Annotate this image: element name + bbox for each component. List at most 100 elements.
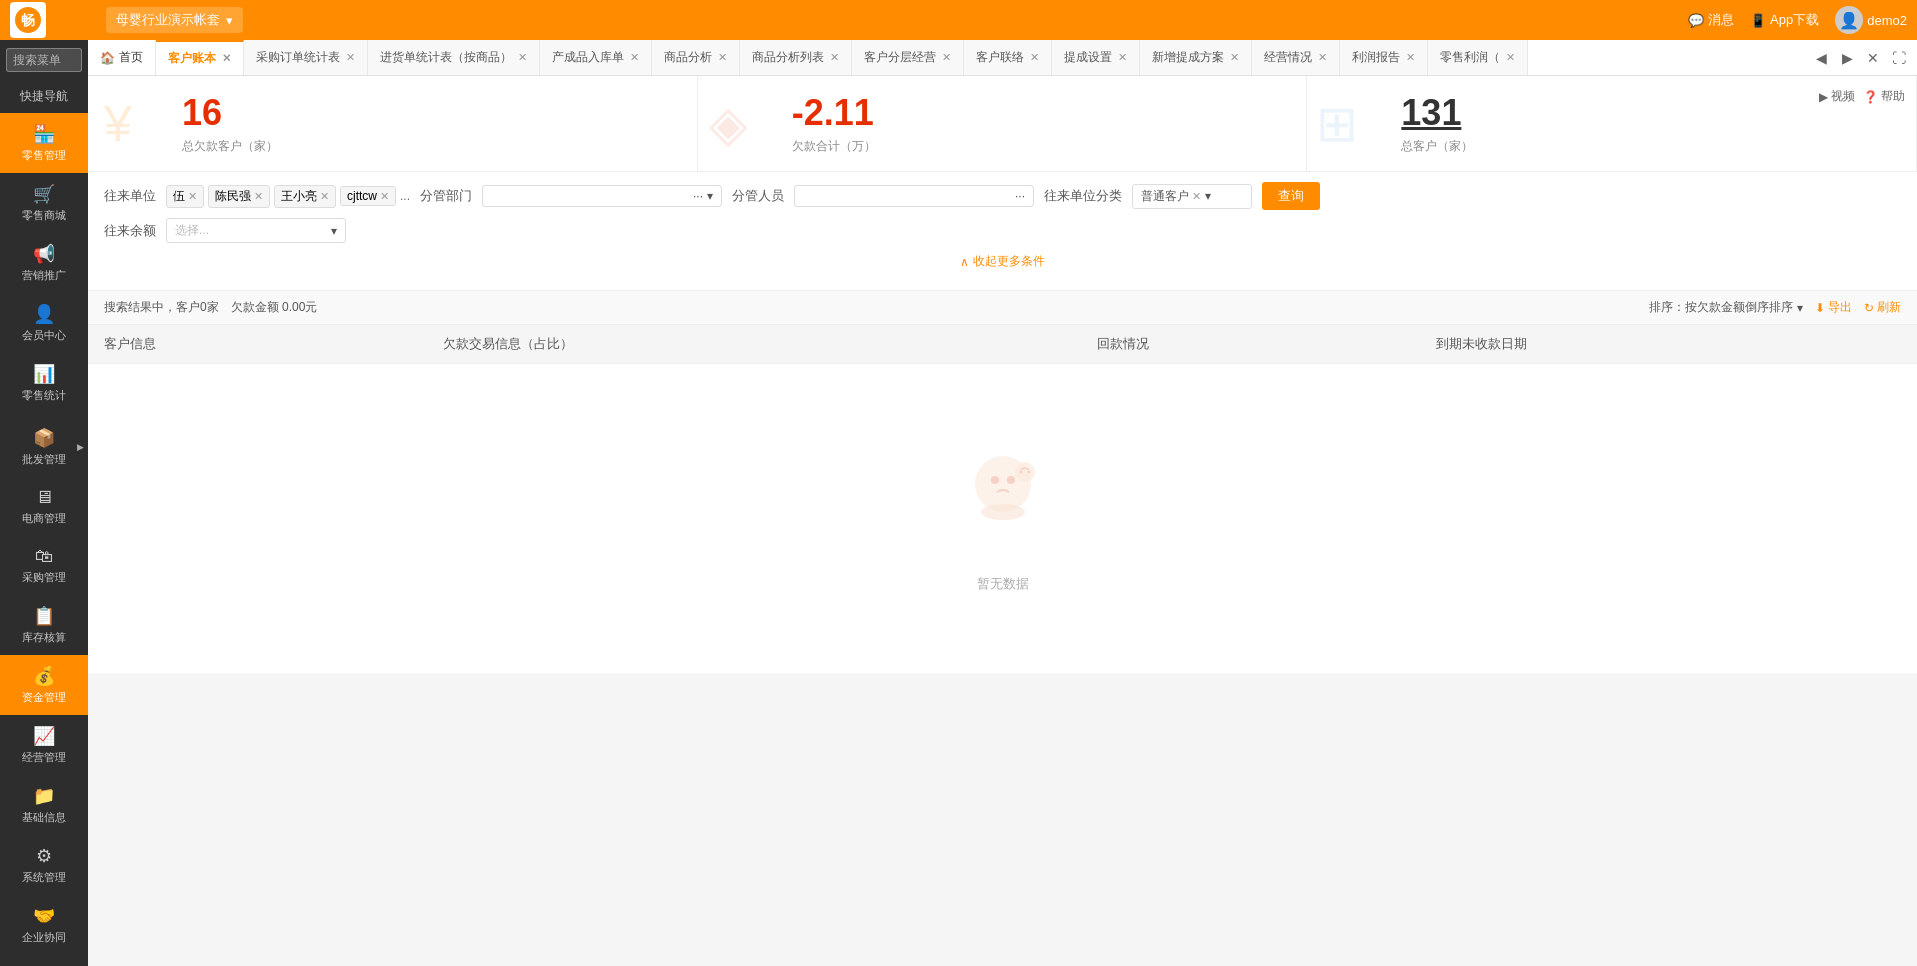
- sidebar-label: 零售商城: [22, 208, 66, 223]
- sidebar-item-operations[interactable]: 📈 经营管理: [0, 715, 88, 775]
- tab-inbound-stats[interactable]: 进货单统计表（按商品） ✕: [368, 40, 540, 76]
- sidebar-item-marketing[interactable]: 📢 营销推广: [0, 233, 88, 293]
- sidebar-label: 采购管理: [22, 570, 66, 585]
- collapse-button[interactable]: ∧ 收起更多条件: [952, 251, 1053, 272]
- chevron-down-class-icon: ▾: [1205, 189, 1211, 203]
- tab-close-icon[interactable]: ✕: [942, 51, 951, 64]
- tab-close-icon[interactable]: ✕: [1506, 51, 1515, 64]
- tab-home[interactable]: 🏠 首页: [88, 40, 156, 76]
- svg-point-6: [1015, 462, 1035, 482]
- tab-retail-profit[interactable]: 零售利润（ ✕: [1428, 40, 1528, 76]
- person-select[interactable]: ···: [794, 185, 1034, 207]
- sidebar-item-finance[interactable]: 💰 资金管理: [0, 655, 88, 715]
- sidebar-item-new-guide[interactable]: 🚀 新手引导: [0, 955, 88, 966]
- sidebar-label: 经营管理: [22, 750, 66, 765]
- tab-close-icon[interactable]: ✕: [346, 51, 355, 64]
- tab-close-icon[interactable]: ✕: [1318, 51, 1327, 64]
- sidebar-label: 零售管理: [22, 148, 66, 163]
- tab-close-icon[interactable]: ✕: [1030, 51, 1039, 64]
- sidebar-item-ecommerce[interactable]: 🖥 电商管理: [0, 477, 88, 536]
- sidebar-label: 批发管理: [22, 452, 66, 467]
- svg-point-4: [991, 476, 999, 484]
- dept-select[interactable]: ··· ▾: [482, 185, 722, 207]
- message-button[interactable]: 💬 消息: [1688, 11, 1734, 29]
- tab-close-icon[interactable]: ✕: [1230, 51, 1239, 64]
- table-header-row: 客户信息 欠款交易信息（占比） 回款情况 到期未收款日期: [88, 325, 1917, 364]
- tab-close-icon[interactable]: ✕: [1118, 51, 1127, 64]
- query-button[interactable]: 查询: [1262, 182, 1320, 210]
- sidebar-item-enterprise-coop[interactable]: 🤝 企业协同: [0, 895, 88, 955]
- sidebar-item-member-center[interactable]: 👤 会员中心: [0, 293, 88, 353]
- sidebar-item-purchase[interactable]: 🛍 采购管理: [0, 536, 88, 595]
- download-icon: 📱: [1750, 13, 1766, 28]
- quick-nav-button[interactable]: 快捷导航: [0, 80, 88, 113]
- chevron-down-sort-icon: ▾: [1797, 301, 1803, 315]
- summary-card-customers: ¥ 16 总欠款客户（家）: [88, 76, 698, 171]
- tab-customer-segment[interactable]: 客户分层经营 ✕: [852, 40, 964, 76]
- tab-maximize-button[interactable]: ⛶: [1887, 46, 1911, 70]
- video-icon: ▶: [1819, 90, 1828, 104]
- search-input[interactable]: [6, 48, 82, 72]
- tab-goods-analysis-list[interactable]: 商品分析列表 ✕: [740, 40, 852, 76]
- unit-tag-wu: 伍 ✕: [166, 185, 204, 208]
- tab-new-promotion[interactable]: 新增提成方案 ✕: [1140, 40, 1252, 76]
- data-table: 客户信息 欠款交易信息（占比） 回款情况 到期未收款日期: [88, 325, 1917, 364]
- logo-icon: 畅: [10, 2, 46, 38]
- tab-close-all-button[interactable]: ✕: [1861, 46, 1885, 70]
- help-button[interactable]: ❓ 帮助: [1863, 88, 1905, 105]
- tab-close-icon[interactable]: ✕: [518, 51, 527, 64]
- tab-profit-report[interactable]: 利润报告 ✕: [1340, 40, 1428, 76]
- tab-purchase-order[interactable]: 采购订单统计表 ✕: [244, 40, 368, 76]
- total-customers-value: 16: [182, 92, 278, 134]
- tab-customer-account[interactable]: 客户账本 ✕: [156, 40, 244, 76]
- account-selector[interactable]: 母婴行业演示帐套 ▾: [106, 7, 243, 33]
- sidebar-item-retail-shop[interactable]: 🛒 零售商城: [0, 173, 88, 233]
- sidebar-item-basic-info[interactable]: 📁 基础信息: [0, 775, 88, 835]
- tab-close-icon[interactable]: ✕: [222, 52, 231, 65]
- sort-selector[interactable]: 排序：按欠款金额倒序排序 ▾: [1649, 299, 1803, 316]
- sidebar-item-system[interactable]: ⚙ 系统管理: [0, 835, 88, 895]
- col-customer-info: 客户信息: [88, 325, 427, 364]
- tab-promotion-settings[interactable]: 提成设置 ✕: [1052, 40, 1140, 76]
- tab-close-icon[interactable]: ✕: [830, 51, 839, 64]
- sidebar-label: 系统管理: [22, 870, 66, 885]
- sidebar-item-inventory[interactable]: 📋 库存核算: [0, 595, 88, 655]
- sidebar-item-batch-mgmt[interactable]: 📦 批发管理: [0, 417, 88, 477]
- operations-icon: 📈: [33, 725, 55, 747]
- refresh-button[interactable]: ↻ 刷新: [1864, 299, 1901, 316]
- col-overdue-date: 到期未收款日期: [1420, 325, 1917, 364]
- tab-operation-status[interactable]: 经营情况 ✕: [1252, 40, 1340, 76]
- top-bar: 畅 母婴行业演示帐套 ▾ 💬 消息 📱 App下载 👤 demo2: [0, 0, 1917, 40]
- empty-text: 暂无数据: [977, 575, 1029, 593]
- tag-close-chen[interactable]: ✕: [254, 190, 263, 203]
- sidebar-item-retail-stats[interactable]: 📊 零售统计: [0, 353, 88, 413]
- tag-close-cjttcw[interactable]: ✕: [380, 190, 389, 203]
- message-icon: 💬: [1688, 13, 1704, 28]
- unit-class-select[interactable]: 普通客户 ✕ ▾: [1132, 184, 1252, 209]
- tag-close-class[interactable]: ✕: [1192, 190, 1201, 203]
- tag-close-wu[interactable]: ✕: [188, 190, 197, 203]
- shop-icon: 🛒: [33, 183, 55, 205]
- tag-close-wang[interactable]: ✕: [320, 190, 329, 203]
- user-menu[interactable]: 👤 demo2: [1835, 6, 1907, 34]
- tab-close-icon[interactable]: ✕: [718, 51, 727, 64]
- sidebar-item-retail-mgmt[interactable]: 🏪 零售管理: [0, 113, 88, 173]
- unit-filter-label: 往来单位: [104, 187, 156, 205]
- filter-more-btn[interactable]: ...: [400, 189, 410, 203]
- ellipsis-dept: ···: [693, 189, 703, 203]
- tab-customer-contact[interactable]: 客户联络 ✕: [964, 40, 1052, 76]
- balance-select[interactable]: 选择... ▾: [166, 218, 346, 243]
- video-button[interactable]: ▶ 视频: [1819, 88, 1855, 105]
- tab-goods-analysis[interactable]: 商品分析 ✕: [652, 40, 740, 76]
- tab-production-inbound[interactable]: 产成品入库单 ✕: [540, 40, 652, 76]
- export-button[interactable]: ⬇ 导出: [1815, 299, 1852, 316]
- tab-prev-button[interactable]: ◀: [1809, 46, 1833, 70]
- app-download-button[interactable]: 📱 App下载: [1750, 11, 1819, 29]
- tab-controls: ◀ ▶ ✕ ⛶: [1809, 46, 1917, 70]
- sidebar-search-area: [0, 40, 88, 80]
- tab-next-button[interactable]: ▶: [1835, 46, 1859, 70]
- tab-close-icon[interactable]: ✕: [1406, 51, 1415, 64]
- tab-close-icon[interactable]: ✕: [630, 51, 639, 64]
- filter-row-1: 往来单位 伍 ✕ 陈民强 ✕ 王小亮: [104, 182, 1901, 210]
- result-bar: 搜索结果中，客户0家 欠款金额 0.00元 排序：按欠款金额倒序排序 ▾ ⬇ 导…: [88, 291, 1917, 325]
